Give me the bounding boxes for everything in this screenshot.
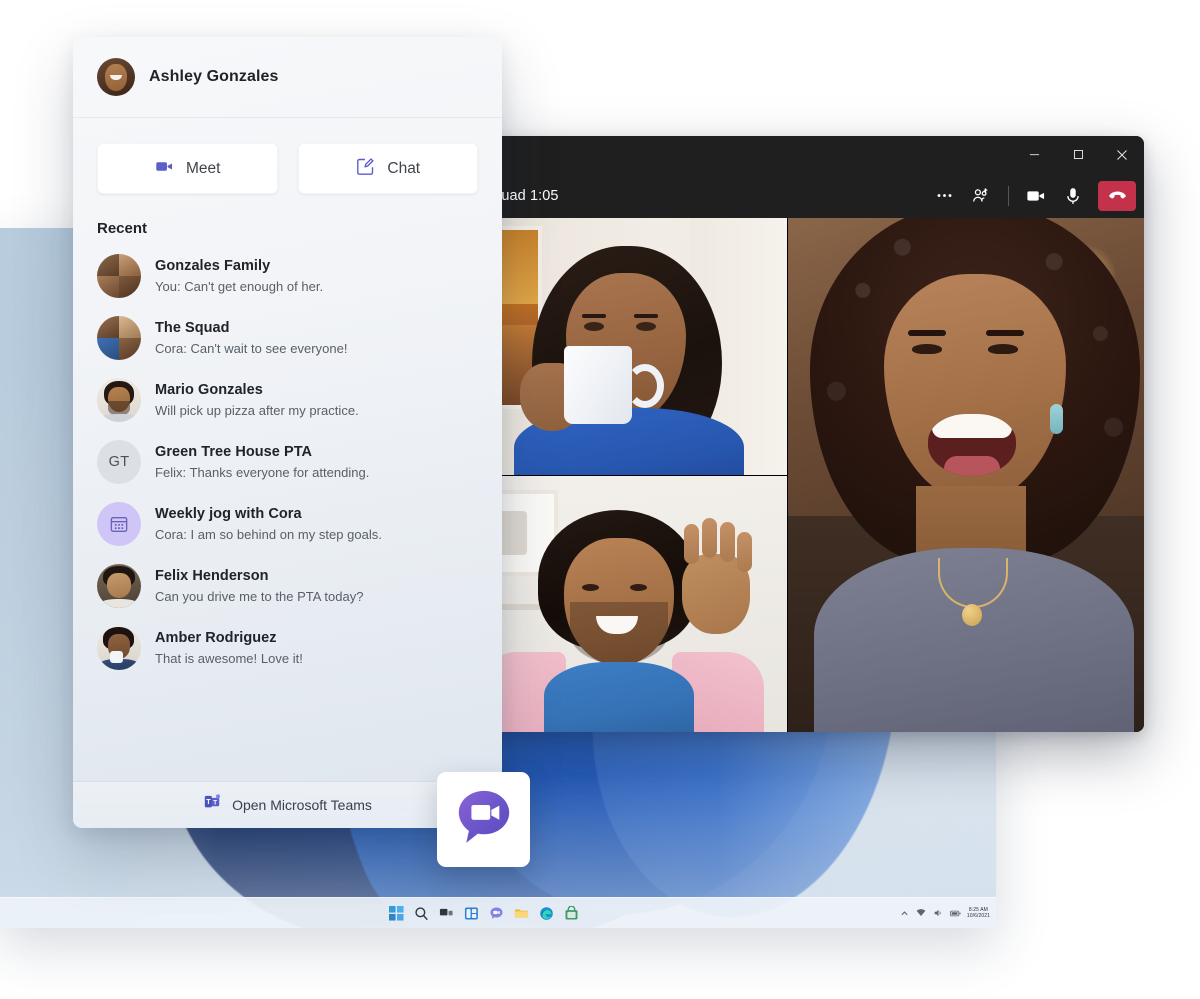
- avatar: [97, 626, 141, 670]
- taskbar-system-tray: 8:25 AM 10/6/2021: [899, 907, 990, 920]
- task-view-icon[interactable]: [438, 905, 455, 922]
- chat-name: Felix Henderson: [155, 567, 364, 586]
- svg-text:T: T: [206, 798, 211, 806]
- battery-icon[interactable]: [950, 908, 961, 919]
- speaker-icon[interactable]: [933, 908, 944, 919]
- list-item[interactable]: Amber Rodriguez That is awesome! Love it…: [73, 617, 502, 679]
- teams-chat-flyout[interactable]: Ashley Gonzales Meet Chat Recent: [73, 37, 502, 828]
- open-teams-label: Open Microsoft Teams: [232, 797, 372, 813]
- participant-video-woman-laughing: [788, 218, 1144, 732]
- flyout-header: Ashley Gonzales: [73, 37, 502, 118]
- list-item[interactable]: Weekly jog with Cora Cora: I am so behin…: [73, 493, 502, 555]
- chat-preview: Cora: Can't wait to see everyone!: [155, 339, 347, 358]
- list-item-text: The Squad Cora: Can't wait to see everyo…: [155, 319, 347, 358]
- chat-button-label: Chat: [387, 160, 420, 178]
- list-item[interactable]: Gonzales Family You: Can't get enough of…: [73, 245, 502, 307]
- screenshot-stage: 8:25 AM 10/6/2021 The Squad 1:05: [0, 0, 1200, 999]
- list-item-text: Gonzales Family You: Can't get enough of…: [155, 257, 323, 296]
- list-item[interactable]: Mario Gonzales Will pick up pizza after …: [73, 369, 502, 431]
- chat-preview: Cora: I am so behind on my step goals.: [155, 525, 382, 544]
- meet-button-label: Meet: [186, 160, 220, 178]
- list-item-text: Felix Henderson Can you drive me to the …: [155, 567, 364, 606]
- chevron-up-icon[interactable]: [899, 908, 910, 919]
- add-people-icon[interactable]: [964, 180, 998, 212]
- chat-preview: That is awesome! Love it!: [155, 649, 303, 668]
- widgets-icon[interactable]: [463, 905, 480, 922]
- avatar: [97, 378, 141, 422]
- meeting-controls: [927, 180, 1144, 212]
- window-titlebar[interactable]: [436, 136, 1144, 173]
- microsoft-store-icon[interactable]: [563, 905, 580, 922]
- video-camera-icon: [154, 156, 175, 182]
- chat-name: The Squad: [155, 319, 347, 338]
- chat-preview: Will pick up pizza after my practice.: [155, 401, 359, 420]
- recent-chat-list: Gonzales Family You: Can't get enough of…: [73, 237, 502, 679]
- list-item-text: Amber Rodriguez That is awesome! Love it…: [155, 629, 303, 668]
- clock-date: 10/6/2021: [967, 913, 990, 920]
- windows-taskbar[interactable]: 8:25 AM 10/6/2021: [0, 897, 996, 928]
- taskbar-icon-group: [388, 905, 580, 922]
- more-options-button[interactable]: [927, 180, 961, 212]
- avatar: [97, 316, 141, 360]
- list-item-text: Green Tree House PTA Felix: Thanks every…: [155, 443, 369, 482]
- meet-button[interactable]: Meet: [97, 143, 278, 194]
- svg-text:T: T: [213, 799, 217, 806]
- list-item-text: Mario Gonzales Will pick up pizza after …: [155, 381, 359, 420]
- close-button[interactable]: [1100, 136, 1144, 173]
- avatar: [97, 502, 141, 546]
- microphone-toggle-button[interactable]: [1056, 180, 1090, 212]
- search-icon[interactable]: [413, 905, 430, 922]
- chat-name: Mario Gonzales: [155, 381, 359, 400]
- meeting-toolbar: The Squad 1:05: [436, 173, 1144, 218]
- camera-toggle-button[interactable]: [1019, 180, 1053, 212]
- microsoft-teams-icon: T T: [203, 793, 222, 817]
- chat-name: Weekly jog with Cora: [155, 505, 382, 524]
- maximize-button[interactable]: [1056, 136, 1100, 173]
- chat-preview: Felix: Thanks everyone for attending.: [155, 463, 369, 482]
- chat-name: Green Tree House PTA: [155, 443, 369, 462]
- calendar-icon: [97, 502, 141, 546]
- chat-preview: You: Can't get enough of her.: [155, 277, 323, 296]
- chat-name: Amber Rodriguez: [155, 629, 303, 648]
- toolbar-divider: [1008, 186, 1009, 206]
- list-item[interactable]: GT Green Tree House PTA Felix: Thanks ev…: [73, 431, 502, 493]
- participant-tile-main[interactable]: [788, 218, 1144, 732]
- flyout-quick-actions: Meet Chat: [73, 118, 502, 194]
- hang-up-button[interactable]: [1098, 181, 1136, 211]
- edge-browser-icon[interactable]: [538, 905, 555, 922]
- taskbar-clock[interactable]: 8:25 AM 10/6/2021: [967, 907, 990, 920]
- minimize-button[interactable]: [1012, 136, 1056, 173]
- chat-preview: Can you drive me to the PTA today?: [155, 587, 364, 606]
- compose-chat-icon: [355, 156, 376, 182]
- avatar: [97, 564, 141, 608]
- chat-name: Gonzales Family: [155, 257, 323, 276]
- windows-start-icon[interactable]: [388, 905, 405, 922]
- wifi-icon[interactable]: [916, 908, 927, 919]
- video-grid: [436, 218, 1144, 732]
- list-item-text: Weekly jog with Cora Cora: I am so behin…: [155, 505, 382, 544]
- avatar[interactable]: [97, 58, 135, 96]
- teams-meeting-window[interactable]: The Squad 1:05: [436, 136, 1144, 732]
- teams-chat-bubble-icon: [453, 786, 515, 853]
- chat-button[interactable]: Chat: [298, 143, 479, 194]
- recent-section-title: Recent: [73, 194, 502, 237]
- list-item[interactable]: Felix Henderson Can you drive me to the …: [73, 555, 502, 617]
- avatar: GT: [97, 440, 141, 484]
- user-name: Ashley Gonzales: [149, 68, 279, 86]
- avatar: [97, 254, 141, 298]
- teams-chat-launcher[interactable]: [437, 772, 530, 867]
- file-explorer-icon[interactable]: [513, 905, 530, 922]
- avatar-initials: GT: [97, 440, 141, 484]
- list-item[interactable]: The Squad Cora: Can't wait to see everyo…: [73, 307, 502, 369]
- chat-bubble-icon[interactable]: [488, 905, 505, 922]
